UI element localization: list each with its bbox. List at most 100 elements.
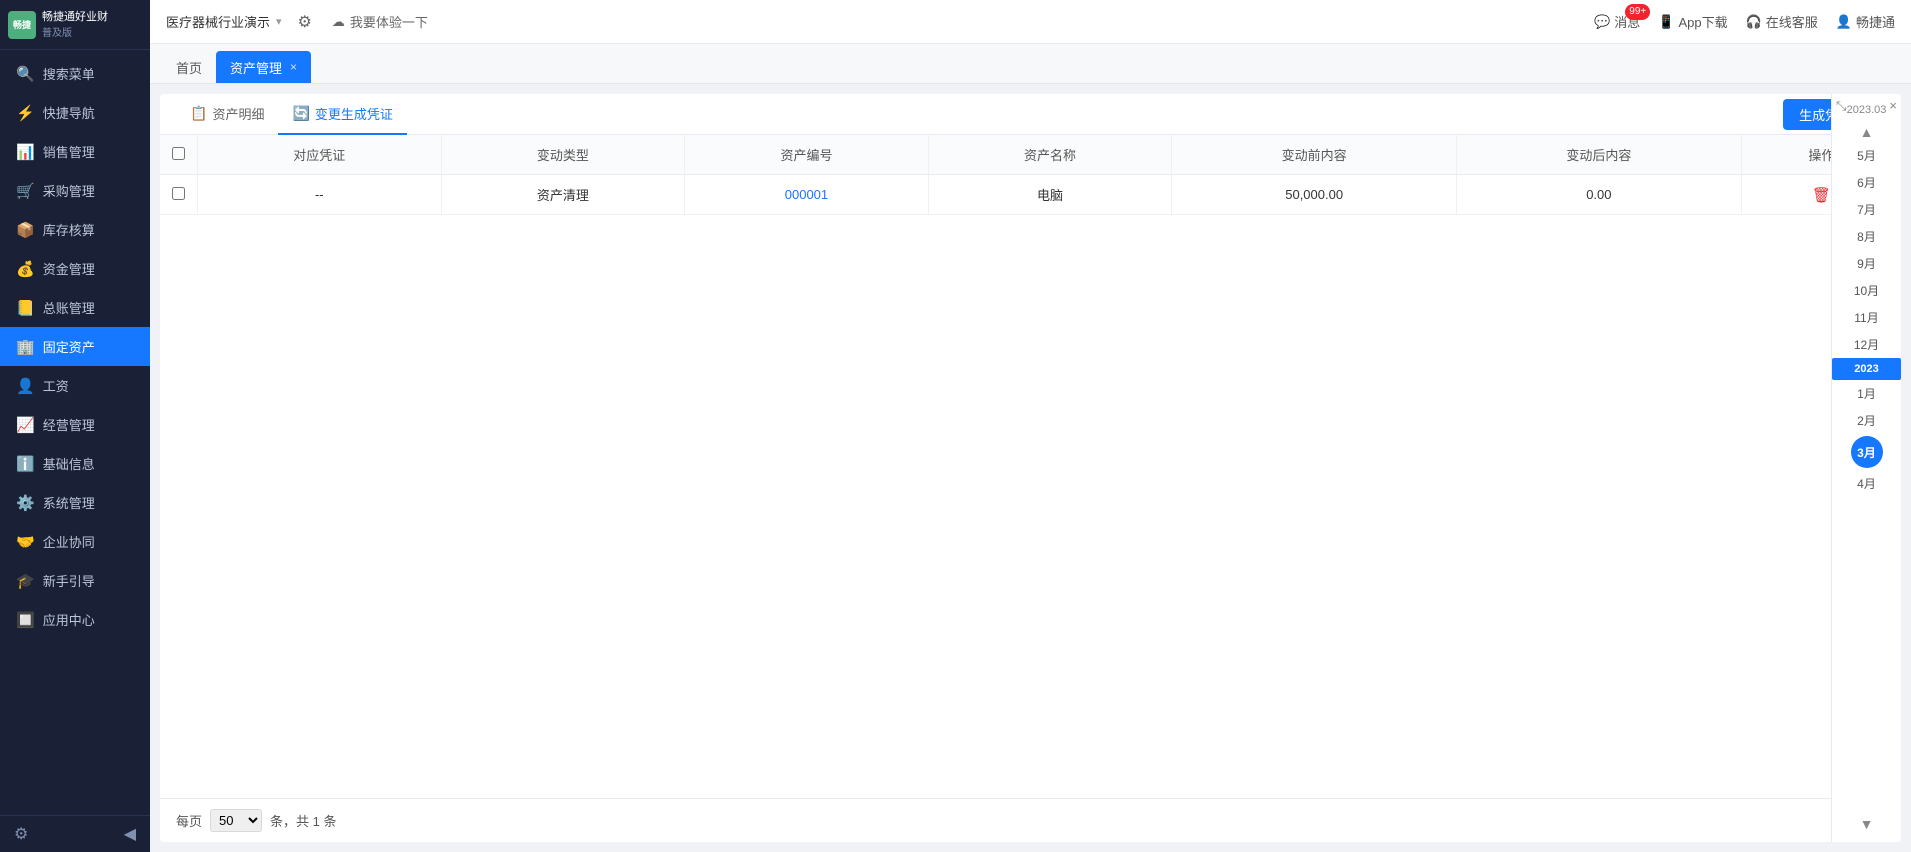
sidebar-item-label: 销售管理 (43, 142, 95, 161)
date-panel-expand-icon[interactable]: ⤡ (1836, 98, 1846, 114)
trending-icon: 📈 (16, 416, 35, 434)
topbar-right: 💬 消息 99+ 📱 App下载 🎧 在线客服 👤 畅捷通 (1594, 12, 1895, 31)
sidebar-item-label: 库存核算 (43, 220, 95, 239)
date-month-12[interactable]: 12月 (1832, 331, 1901, 358)
sidebar-item-operations[interactable]: 📈 经营管理 (0, 405, 150, 444)
sidebar-item-label: 基础信息 (43, 454, 95, 473)
total-label: 条，共 1 条 (270, 811, 336, 830)
gear-icon: ⚙️ (16, 494, 35, 512)
sidebar-item-inventory[interactable]: 📦 库存核算 (0, 210, 150, 249)
sidebar-item-salary[interactable]: 👤 工资 (0, 366, 150, 405)
user-label: 畅捷通 (1856, 12, 1895, 31)
user-menu-button[interactable]: 👤 畅捷通 (1836, 12, 1895, 31)
messages-button[interactable]: 💬 消息 99+ (1594, 12, 1640, 31)
sidebar-item-fund[interactable]: 💰 资金管理 (0, 249, 150, 288)
sidebar-item-ledger[interactable]: 📒 总账管理 (0, 288, 150, 327)
sidebar-item-app-center[interactable]: 🔲 应用中心 (0, 600, 150, 639)
topbar: 医疗器械行业演示 ▾ ⚙ ☁ 我要体验一下 💬 消息 99+ 📱 App下载 🎧… (150, 0, 1911, 44)
inner-tab-change-voucher[interactable]: 🔄 变更生成凭证 (278, 94, 406, 135)
asset-detail-icon: 📋 (190, 105, 207, 122)
date-nav-down-button[interactable]: ▼ (1832, 814, 1901, 834)
person-icon: 👤 (16, 377, 35, 395)
date-month-8[interactable]: 8月 (1832, 223, 1901, 250)
select-all-checkbox[interactable] (172, 147, 185, 160)
change-voucher-icon: 🔄 (292, 105, 309, 122)
inner-tabs: 📋 资产明细 🔄 变更生成凭证 生成凭证 ▼ (160, 94, 1901, 135)
row-checkbox[interactable] (172, 187, 185, 200)
sidebar-item-purchase[interactable]: 🛒 采购管理 (0, 171, 150, 210)
settings-icon[interactable]: ⚙ (14, 824, 28, 844)
sidebar-item-search[interactable]: 🔍 搜索菜单 (0, 54, 150, 93)
main-area: 医疗器械行业演示 ▾ ⚙ ☁ 我要体验一下 💬 消息 99+ 📱 App下载 🎧… (150, 0, 1911, 852)
tab-asset-management[interactable]: 资产管理 × (216, 51, 311, 83)
sidebar-item-enterprise[interactable]: 🤝 企业协同 (0, 522, 150, 561)
cart-icon: 🛒 (16, 182, 35, 200)
tab-home[interactable]: 首页 (166, 51, 212, 83)
date-month-2[interactable]: 2月 (1832, 407, 1901, 434)
date-month-5[interactable]: 5月 (1832, 142, 1901, 169)
experience-button[interactable]: ☁ 我要体验一下 (332, 12, 428, 31)
sidebar-item-basic-info[interactable]: ℹ️ 基础信息 (0, 444, 150, 483)
date-month-4[interactable]: 4月 (1832, 470, 1901, 497)
date-month-9[interactable]: 9月 (1832, 250, 1901, 277)
tabbar: 首页 资产管理 × (150, 44, 1911, 84)
topbar-gear-icon[interactable]: ⚙ (298, 12, 312, 32)
date-month-7[interactable]: 7月 (1832, 196, 1901, 223)
col-voucher: 对应凭证 (198, 135, 442, 175)
logo-title: 畅捷通好业财 (42, 10, 108, 24)
row-asset-code: 000001 (685, 175, 929, 215)
logo-subtitle: 普及版 (42, 24, 108, 39)
content-area: 📋 资产明细 🔄 变更生成凭证 生成凭证 ▼ (160, 94, 1901, 842)
col-asset-code: 资产编号 (685, 135, 929, 175)
sidebar-item-label: 搜索菜单 (43, 64, 95, 83)
building-icon: 🏢 (16, 338, 35, 356)
sidebar-item-sales[interactable]: 📊 销售管理 (0, 132, 150, 171)
sidebar-item-label: 快捷导航 (43, 103, 95, 122)
date-year-2023[interactable]: 2023 (1832, 358, 1901, 380)
app-download-label: App下载 (1678, 12, 1727, 31)
date-panel-header: 2023.03 (1843, 102, 1891, 118)
date-month-6[interactable]: 6月 (1832, 169, 1901, 196)
handshake-icon: 🤝 (16, 533, 35, 551)
row-voucher: -- (198, 175, 442, 215)
chart-icon: 📊 (16, 143, 35, 161)
sidebar-item-system[interactable]: ⚙️ 系统管理 (0, 483, 150, 522)
date-month-3-active[interactable]: 3月 (1851, 436, 1883, 468)
collapse-icon[interactable]: ◀ (124, 824, 136, 844)
per-page-select[interactable]: 50 10 20 100 (210, 809, 262, 832)
box-icon: 📦 (16, 221, 35, 239)
logo-icon: 畅捷 (8, 11, 36, 39)
row-checkbox-cell (160, 175, 198, 215)
table-wrap: 对应凭证 变动类型 资产编号 资产名称 (160, 135, 1901, 798)
inner-tab-asset-detail[interactable]: 📋 资产明细 (176, 94, 278, 135)
tab-close-icon[interactable]: × (290, 60, 297, 74)
date-month-11[interactable]: 11月 (1832, 304, 1901, 331)
sidebar-item-quick-nav[interactable]: ⚡ 快捷导航 (0, 93, 150, 132)
sidebar-item-label: 工资 (43, 376, 69, 395)
sidebar-item-label: 系统管理 (43, 493, 95, 512)
row-before-change: 50,000.00 (1172, 175, 1457, 215)
customer-service-button[interactable]: 🎧 在线客服 (1746, 12, 1818, 31)
chevron-down-icon: ▾ (276, 15, 282, 28)
customer-service-label: 在线客服 (1766, 12, 1818, 31)
sidebar-item-label: 采购管理 (43, 181, 95, 200)
date-month-10[interactable]: 10月 (1832, 277, 1901, 304)
sidebar-item-guide[interactable]: 🎓 新手引导 (0, 561, 150, 600)
content-inner: 📋 资产明细 🔄 变更生成凭证 生成凭证 ▼ (160, 94, 1901, 842)
sidebar-item-fixed-assets[interactable]: 🏢 固定资产 (0, 327, 150, 366)
sidebar: 畅捷 畅捷通好业财 普及版 🔍 搜索菜单 ⚡ 快捷导航 📊 销售管理 🛒 采购管… (0, 0, 150, 852)
select-all-header (160, 135, 198, 175)
row-asset-name: 电脑 (928, 175, 1172, 215)
cloud-icon: ☁ (332, 14, 345, 30)
app-download-button[interactable]: 📱 App下载 (1658, 12, 1727, 31)
date-month-1[interactable]: 1月 (1832, 380, 1901, 407)
date-panel-close-button[interactable]: × (1889, 98, 1897, 113)
avatar-icon: 👤 (1836, 14, 1852, 30)
app-icon: 📱 (1658, 14, 1674, 30)
company-selector[interactable]: 医疗器械行业演示 ▾ (166, 12, 282, 31)
date-panel-months: 5月 6月 7月 8月 9月 10月 11月 12月 2023 1月 2月 3月… (1832, 142, 1901, 814)
delete-row-button[interactable]: 🗑 (1812, 187, 1831, 204)
sidebar-item-label: 固定资产 (43, 337, 95, 356)
tab-home-label: 首页 (176, 58, 202, 77)
date-nav-up-button[interactable]: ▲ (1832, 122, 1901, 142)
